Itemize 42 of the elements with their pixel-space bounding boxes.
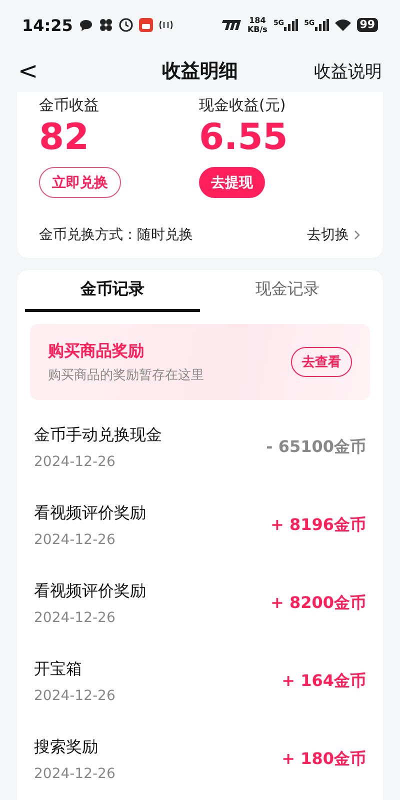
record-date: 2024-12-26 [34, 610, 116, 626]
promo-title: 购买商品奖励 [48, 340, 145, 362]
status-time: 14:25 [22, 16, 73, 34]
network-speed: 184 KB/s [247, 16, 268, 34]
record-date: 2024-12-26 [34, 454, 116, 470]
page-title: 收益明细 [162, 59, 238, 84]
promo-subtitle: 购买商品的奖励暂存在这里 [48, 366, 204, 384]
signal-icon [284, 19, 298, 31]
earnings-value: 6.55 [199, 116, 288, 160]
timer-icon [118, 18, 133, 32]
record-date: 2024-12-26 [34, 766, 116, 782]
action-button[interactable]: 立即兑换 [39, 167, 121, 198]
earnings-value: 82 [39, 116, 90, 160]
switch-link[interactable]: 去切换 [307, 226, 349, 244]
chevron-icon [353, 230, 361, 240]
record-tab[interactable]: 金币记录 [25, 270, 200, 312]
record-date: 2024-12-26 [34, 688, 116, 704]
record-amount: + 8200金币 [270, 592, 366, 614]
vibrate-icon [158, 19, 173, 31]
record-date: 2024-12-26 [34, 532, 116, 548]
record-amount: + 180金币 [282, 748, 366, 770]
fan-icon [98, 18, 113, 32]
earnings-label: 金币收益 [39, 96, 99, 115]
signal-icon [314, 19, 329, 31]
record-title: 搜索奖励 [34, 736, 99, 758]
record-amount: - 65100金币 [266, 436, 366, 458]
help-link[interactable]: 收益说明 [314, 60, 382, 82]
record-title: 金币手动兑换现金 [34, 424, 162, 446]
app-icon [138, 18, 153, 32]
exchange-mode-text: 金币兑换方式：随时兑换 [39, 226, 193, 244]
record-title: 开宝箱 [34, 658, 83, 680]
record-title: 看视频评价奖励 [34, 580, 146, 602]
battery-level: 99 [356, 18, 378, 32]
chat-icon [78, 18, 93, 32]
record-amount: + 164金币 [282, 670, 366, 692]
record-title: 看视频评价奖励 [34, 502, 146, 524]
action-button[interactable]: 去提现 [199, 167, 265, 198]
record-tab[interactable]: 现金记录 [200, 270, 375, 312]
wifi-icon [334, 19, 351, 31]
record-amount: + 8196金币 [270, 514, 366, 536]
earnings-label: 现金收益(元) [199, 96, 286, 115]
back-button[interactable]: < [18, 57, 38, 85]
